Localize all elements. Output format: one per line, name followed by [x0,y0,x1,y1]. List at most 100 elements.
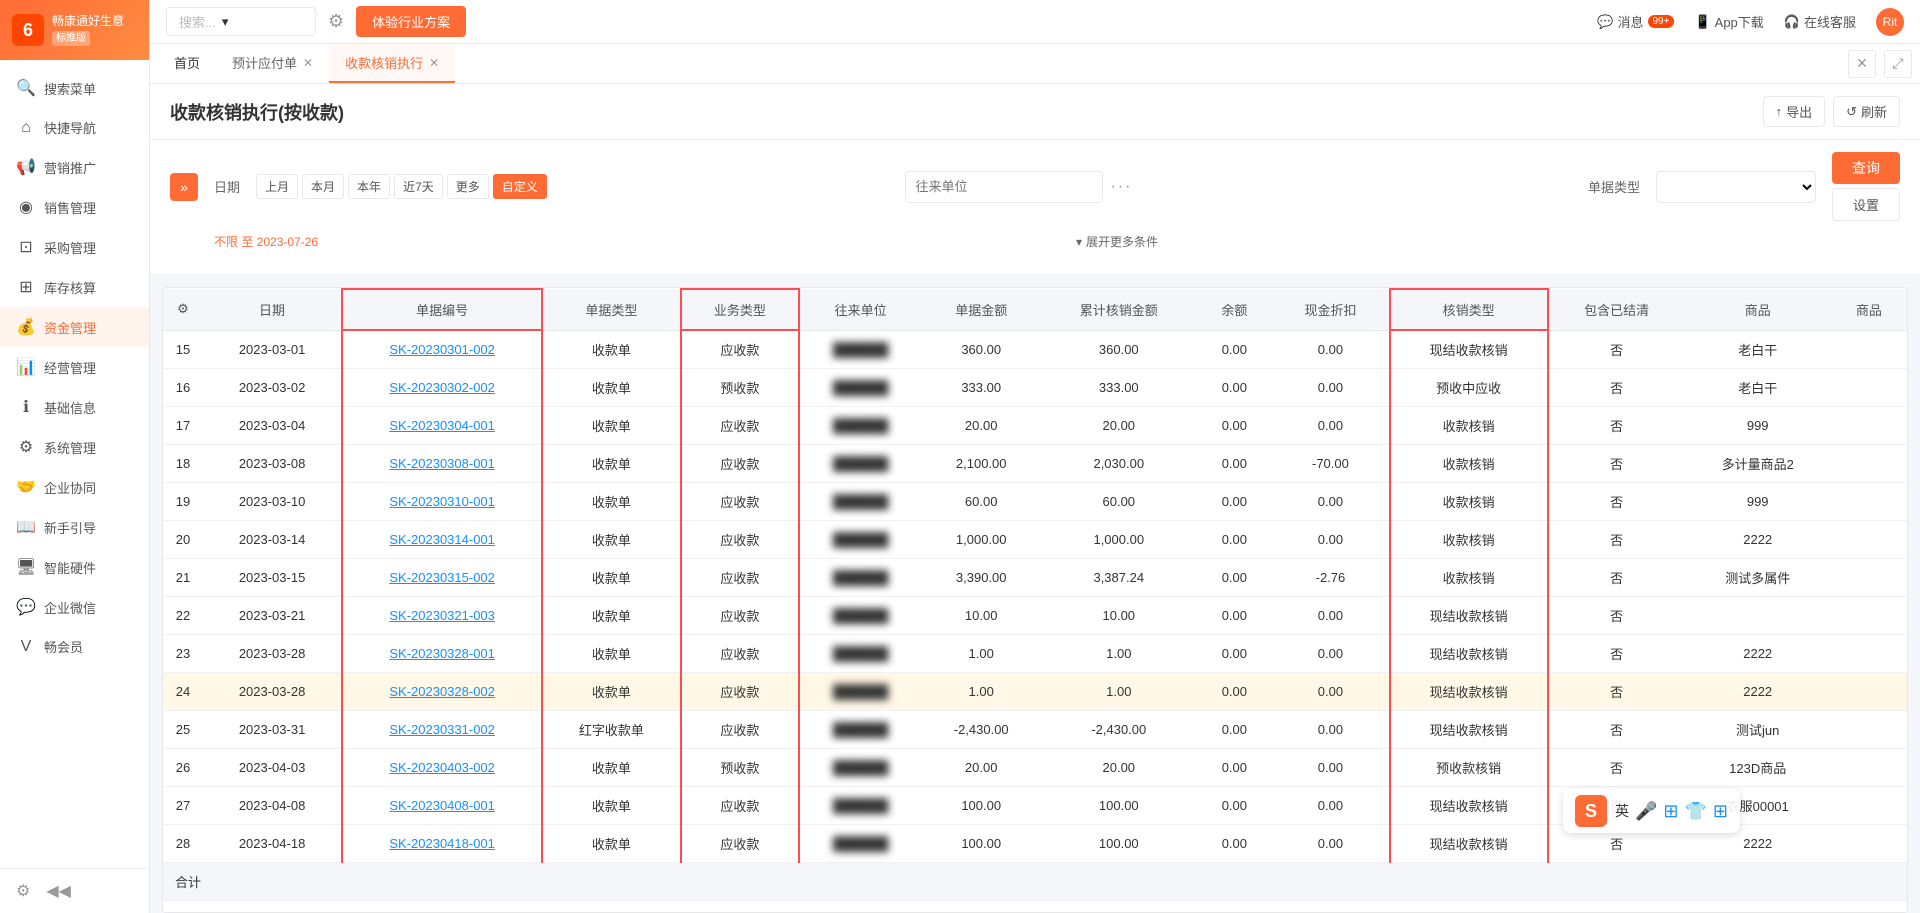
this-month-btn[interactable]: 本月 [302,174,344,199]
doc-no-link[interactable]: SK-20230408-001 [389,798,495,813]
row-date: 2023-03-28 [203,635,342,673]
doc-no-link[interactable]: SK-20230310-001 [389,494,495,509]
settings-bottom-icon[interactable]: ⚙ [16,881,30,901]
last-7days-btn[interactable]: 近7天 [394,174,443,199]
sidebar-item-sales[interactable]: ◉ 销售管理 [0,187,149,227]
brand-apps-icon[interactable]: ⊞ [1713,801,1728,822]
doc-no-link[interactable]: SK-20230328-001 [389,646,495,661]
doc-no-link[interactable]: SK-20230304-001 [389,418,495,433]
this-year-btn[interactable]: 本年 [348,174,390,199]
purchase-icon: ⊡ [16,237,36,257]
query-button[interactable]: 查询 [1832,152,1900,184]
doc-no-link[interactable]: SK-20230403-002 [389,760,495,775]
more-btn[interactable]: 更多 [447,174,489,199]
row-cum-amount: -2,430.00 [1041,711,1196,749]
sidebar-item-member[interactable]: V 畅会员 [0,627,149,666]
col-settings[interactable]: ⚙ [163,289,203,330]
sidebar-item-quick-nav[interactable]: ⌂ 快捷导航 [0,108,149,147]
row-cash-discount: 0.00 [1272,369,1389,407]
custom-date-btn[interactable]: 自定义 [493,174,547,199]
doc-no-link[interactable]: SK-20230321-003 [389,608,495,623]
row-date: 2023-03-02 [203,369,342,407]
doc-no-link[interactable]: SK-20230328-002 [389,684,495,699]
tab-maximize-btn[interactable]: ⤢ [1884,50,1912,78]
row-include-settled: 否 [1548,597,1685,635]
row-doc-type: 收款单 [542,749,680,787]
sidebar-item-enterprise[interactable]: 🤝 企业协同 [0,467,149,507]
online-support-action[interactable]: 🎧 在线客服 [1784,12,1856,31]
app-download-action[interactable]: 📱 App下载 [1694,12,1763,31]
top-header: 搜索... ▾ ⚙ 体验行业方案 💬 消息 99+ 📱 App下载 🎧 [150,0,1920,44]
sidebar-item-search[interactable]: 🔍 搜索菜单 [0,68,149,108]
page-header: 收款核销执行(按收款) ↑ 导出 ↺ 刷新 [150,84,1920,140]
sidebar-item-system[interactable]: ⚙ 系统管理 [0,427,149,467]
collapse-icon[interactable]: ◀◀ [46,881,71,901]
user-avatar[interactable]: Rit [1876,8,1904,36]
row-amount: 10.00 [921,597,1041,635]
row-doc-no: SK-20230418-001 [342,825,542,863]
tab-close-btn[interactable]: ✕ [1848,50,1876,78]
settings-header-icon[interactable]: ⚙ [328,11,344,32]
sidebar: 6 畅康通好生意 标推版 🔍 搜索菜单 ⌂ 快捷导航 📢 营销推广 ◉ 销售 [0,0,150,913]
sidebar-item-marketing[interactable]: 📢 营销推广 [0,147,149,187]
guide-icon: 📖 [16,517,36,537]
doc-no-link[interactable]: SK-20230314-001 [389,532,495,547]
tab-pending-payment[interactable]: 预计应付单 ✕ [216,44,329,83]
doc-no-link[interactable]: SK-20230302-002 [389,380,495,395]
row-cum-amount: 360.00 [1041,330,1196,369]
col-balance: 余额 [1196,289,1272,330]
doc-no-link[interactable]: SK-20230301-002 [389,342,495,357]
refresh-button[interactable]: ↺ 刷新 [1833,96,1900,127]
row-product1: 2222 [1685,635,1831,673]
table-row: 20 2023-03-14 SK-20230314-001 收款单 应收款 ██… [163,521,1907,559]
module-selector[interactable]: 搜索... ▾ [166,7,316,36]
sidebar-item-inventory[interactable]: ⊞ 库存核算 [0,267,149,307]
row-doc-no: SK-20230301-002 [342,330,542,369]
filter-settings-button[interactable]: 设置 [1832,188,1900,221]
export-button[interactable]: ↑ 导出 [1763,96,1826,127]
sidebar-item-hardware[interactable]: 🖥 智能硬件 [0,547,149,587]
sidebar-item-operations[interactable]: 📊 经营管理 [0,347,149,387]
row-counterpart: ██████ [799,369,921,407]
row-cash-discount: 0.00 [1272,330,1389,369]
doc-no-link[interactable]: SK-20230418-001 [389,836,495,851]
row-product1: 999 [1685,407,1831,445]
sidebar-item-guide[interactable]: 📖 新手引导 [0,507,149,547]
doc-no-link[interactable]: SK-20230308-001 [389,456,495,471]
filter-toggle-button[interactable]: » [170,173,198,201]
sidebar-item-wechat[interactable]: 💬 企业微信 [0,587,149,627]
expand-more-btn[interactable]: ▾ 展开更多条件 [1076,229,1158,254]
row-product1: 多计量商品2 [1685,445,1831,483]
row-no: 19 [163,483,203,521]
row-doc-no: SK-20230331-002 [342,711,542,749]
header-left: 搜索... ▾ ⚙ 体验行业方案 [166,6,466,37]
doc-no-link[interactable]: SK-20230315-002 [389,570,495,585]
tab-home[interactable]: 首页 [158,44,216,83]
row-balance: 0.00 [1196,445,1272,483]
row-biz-type: 应收款 [681,635,800,673]
column-settings-icon[interactable]: ⚙ [177,301,189,316]
row-biz-type: 预收款 [681,369,800,407]
doc-no-link[interactable]: SK-20230331-002 [389,722,495,737]
tab-close-pending[interactable]: ✕ [303,56,313,70]
sidebar-item-finance[interactable]: 💰 资金管理 [0,307,149,347]
row-balance: 0.00 [1196,483,1272,521]
counterpart-input[interactable] [905,171,1103,203]
message-action[interactable]: 💬 消息 99+ [1597,12,1674,31]
tab-collection-exec[interactable]: 收款核销执行 ✕ [329,44,455,83]
brand-shirt-icon[interactable]: 👕 [1684,801,1706,822]
brand-mic-icon[interactable]: 🎤 [1635,801,1657,822]
sidebar-item-purchase[interactable]: ⊡ 采购管理 [0,227,149,267]
doc-type-select[interactable] [1656,171,1816,203]
brand-grid-icon[interactable]: ⊞ [1663,801,1678,822]
sidebar-item-basics[interactable]: ℹ 基础信息 [0,387,149,427]
row-biz-type: 应收款 [681,407,800,445]
row-cum-amount: 2,030.00 [1041,445,1196,483]
row-product2 [1831,825,1907,863]
solution-button[interactable]: 体验行业方案 [356,6,466,37]
tab-close-collection[interactable]: ✕ [429,56,439,70]
last-month-btn[interactable]: 上月 [256,174,298,199]
row-product2 [1831,521,1907,559]
row-biz-type: 预收款 [681,749,800,787]
header-right: 💬 消息 99+ 📱 App下载 🎧 在线客服 Rit [1597,8,1904,36]
